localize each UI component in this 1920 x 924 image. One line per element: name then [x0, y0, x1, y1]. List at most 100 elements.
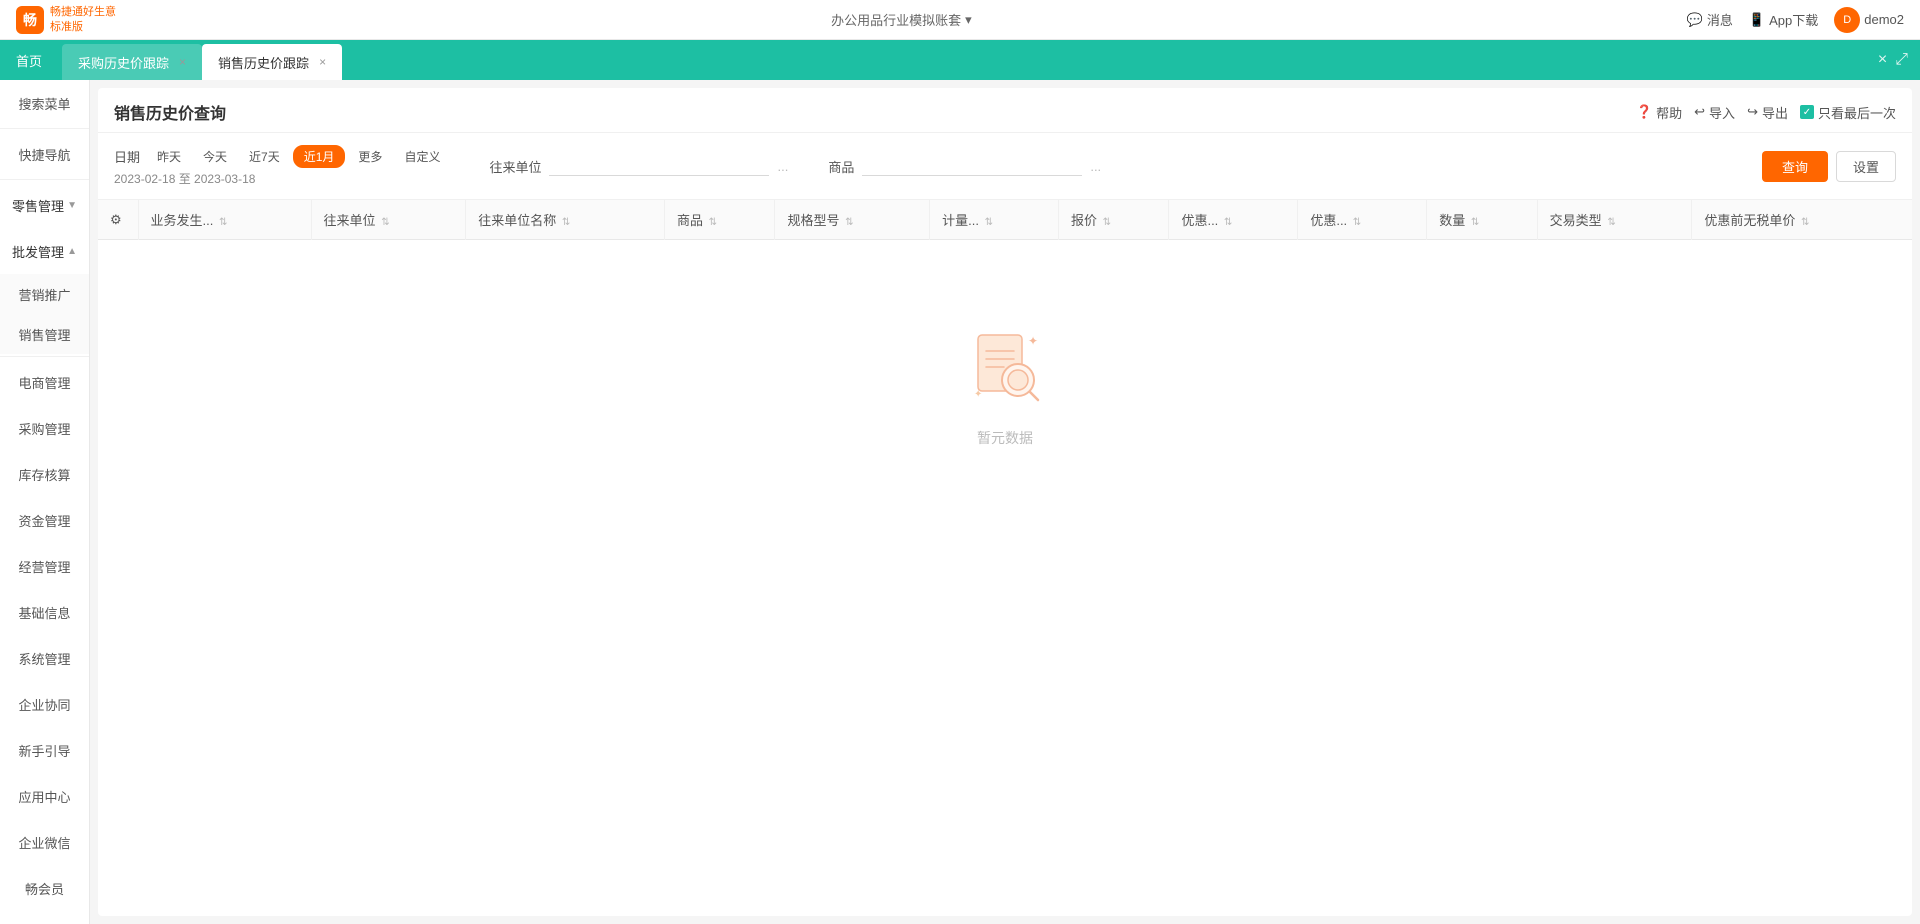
import-label: 导入 [1709, 103, 1735, 122]
settings-icon: ⚙ [110, 212, 122, 227]
logo-text: 畅捷通好生意 标准版 [50, 5, 116, 34]
sidebar-item-finance[interactable]: 资金管理 [0, 497, 89, 543]
svg-text:✦: ✦ [1028, 334, 1038, 348]
help-icon: ❓ [1636, 104, 1652, 120]
column-partner-code[interactable]: 往来单位 ⇅ [311, 200, 466, 240]
tab-sales-history-close[interactable]: × [319, 55, 326, 69]
filter-actions: 查询 设置 [1762, 151, 1896, 182]
date-btn-yesterday[interactable]: 昨天 [148, 145, 190, 168]
date-btn-1month[interactable]: 近1月 [293, 145, 346, 168]
column-price[interactable]: 报价 ⇅ [1058, 200, 1168, 240]
top-bar-left: 畅 畅捷通好生意 标准版 [16, 5, 116, 34]
sidebar-item-inventory[interactable]: 库存核算 [0, 451, 89, 497]
sidebar-item-vip[interactable]: 畅会员 [0, 865, 89, 911]
main-layout: 搜索菜单 快捷导航 零售管理 ▼ 批发管理 ▲ 营销推广 销售管理 电商管理 采… [0, 80, 1920, 924]
svg-text:✦: ✦ [974, 389, 982, 400]
empty-illustration: ✦ ✦ [955, 320, 1055, 420]
sidebar-item-quick-nav[interactable]: 快捷导航 [0, 131, 89, 177]
sidebar-item-purchase[interactable]: 采购管理 [0, 405, 89, 451]
column-discount2[interactable]: 优惠... ⇅ [1298, 200, 1427, 240]
export-label: 导出 [1762, 103, 1788, 122]
column-spec[interactable]: 规格型号 ⇅ [775, 200, 930, 240]
sidebar: 搜索菜单 快捷导航 零售管理 ▼ 批发管理 ▲ 营销推广 销售管理 电商管理 采… [0, 80, 90, 924]
sidebar-divider-2 [0, 179, 89, 180]
tab-bar-actions: × ⤢ [1878, 51, 1920, 69]
help-button[interactable]: ❓ 帮助 [1636, 103, 1682, 122]
sidebar-item-enterprise-wechat[interactable]: 企业微信 [0, 819, 89, 865]
sort-icon-price: ⇅ [1103, 217, 1111, 228]
sidebar-item-app-center[interactable]: 应用中心 [0, 773, 89, 819]
date-filter-group: 日期 昨天 今天 近7天 近1月 更多 自定义 [114, 145, 449, 168]
column-quantity[interactable]: 数量 ⇅ [1427, 200, 1537, 240]
checkbox-checked-icon: ✓ [1800, 105, 1814, 119]
sidebar-item-marketing[interactable]: 营销推广 [0, 274, 89, 314]
sort-icon-trade-type: ⇅ [1607, 217, 1615, 228]
sidebar-divider-3 [0, 356, 89, 357]
tab-home-label: 首页 [16, 51, 42, 70]
sidebar-item-retail-mgmt[interactable]: 零售管理 ▼ [0, 182, 89, 228]
column-settings[interactable]: ⚙ [98, 200, 138, 240]
app-download-label: App下载 [1769, 10, 1818, 29]
empty-svg: ✦ ✦ [960, 325, 1050, 415]
tab-sales-history[interactable]: 销售历史价跟踪 × [202, 44, 342, 80]
column-product[interactable]: 商品 ⇅ [665, 200, 775, 240]
sidebar-item-operations[interactable]: 经营管理 [0, 543, 89, 589]
sidebar-item-basic-info[interactable]: 基础信息 [0, 589, 89, 635]
chevron-down-icon: ▾ [965, 12, 972, 28]
table-area: ⚙ 业务发生... ⇅ 往来单位 ⇅ 往来单位名称 [98, 200, 1912, 916]
only-last-checkbox[interactable]: ✓ 只看最后一次 [1800, 103, 1896, 122]
top-bar: 畅 畅捷通好生意 标准版 办公用品行业模拟账套 ▾ 💬 消息 📱 App下载 D… [0, 0, 1920, 40]
column-pre-discount-price[interactable]: 优惠前无税单价 ⇅ [1692, 200, 1912, 240]
date-btn-today[interactable]: 今天 [194, 145, 236, 168]
column-biz-date[interactable]: 业务发生... ⇅ [138, 200, 311, 240]
user-menu[interactable]: D demo2 [1834, 7, 1904, 33]
page-container: 销售历史价查询 ❓ 帮助 ↩ 导入 ↪ 导出 ✓ [98, 88, 1912, 916]
sort-icon-partner-code: ⇅ [381, 217, 389, 228]
column-partner-name[interactable]: 往来单位名称 ⇅ [466, 200, 665, 240]
filter-date-group: 日期 昨天 今天 近7天 近1月 更多 自定义 2023-02-18 至 202… [114, 145, 449, 187]
product-dots: ... [1090, 159, 1101, 174]
tab-home[interactable]: 首页 [0, 40, 58, 80]
sidebar-item-enterprise-coop[interactable]: 企业协同 [0, 681, 89, 727]
sidebar-item-wholesale-mgmt[interactable]: 批发管理 ▲ [0, 228, 89, 274]
empty-state: ✦ ✦ 暂元数据 [98, 240, 1912, 528]
fullscreen-action[interactable]: ⤢ [1895, 51, 1908, 69]
app-download-button[interactable]: 📱 App下载 [1749, 10, 1818, 29]
export-button[interactable]: ↪ 导出 [1747, 103, 1788, 122]
query-button[interactable]: 查询 [1762, 151, 1828, 182]
sidebar-item-beginner[interactable]: 新手引导 [0, 727, 89, 773]
message-button[interactable]: 💬 消息 [1687, 10, 1733, 29]
page-title: 销售历史价查询 [114, 100, 226, 124]
avatar: D [1834, 7, 1860, 33]
top-bar-right: 💬 消息 📱 App下载 D demo2 [1687, 7, 1904, 33]
logo-icon: 畅 [16, 6, 44, 34]
sidebar-item-search-menu[interactable]: 搜索菜单 [0, 80, 89, 126]
settings-button[interactable]: 设置 [1836, 151, 1896, 182]
import-button[interactable]: ↩ 导入 [1694, 103, 1735, 122]
filter-bar: 日期 昨天 今天 近7天 近1月 更多 自定义 2023-02-18 至 202… [98, 133, 1912, 200]
product-input[interactable] [862, 156, 1082, 176]
sort-icon-quantity: ⇅ [1471, 217, 1479, 228]
sidebar-item-ecommerce[interactable]: 电商管理 [0, 359, 89, 405]
sort-icon-discount2: ⇅ [1353, 217, 1361, 228]
date-btn-custom[interactable]: 自定义 [395, 145, 449, 168]
sort-icon-pre-discount-price: ⇅ [1801, 217, 1809, 228]
date-btn-more[interactable]: 更多 [349, 145, 391, 168]
tab-purchase-history-label: 采购历史价跟踪 [78, 53, 169, 72]
date-btn-7days[interactable]: 近7天 [240, 145, 289, 168]
table-header-row: ⚙ 业务发生... ⇅ 往来单位 ⇅ 往来单位名称 [98, 200, 1912, 240]
sidebar-item-sales-mgmt[interactable]: 销售管理 [0, 314, 89, 354]
tab-purchase-history[interactable]: 采购历史价跟踪 × [62, 44, 202, 80]
sort-icon-unit: ⇅ [985, 217, 993, 228]
column-trade-type[interactable]: 交易类型 ⇅ [1537, 200, 1692, 240]
sidebar-item-system[interactable]: 系统管理 [0, 635, 89, 681]
tab-sales-history-label: 销售历史价跟踪 [218, 53, 309, 72]
column-discount1[interactable]: 优惠... ⇅ [1169, 200, 1298, 240]
column-unit[interactable]: 计量... ⇅ [930, 200, 1059, 240]
close-tab-action[interactable]: × [1878, 51, 1887, 69]
top-bar-center: 办公用品行业模拟账套 ▾ [831, 10, 972, 29]
industry-selector[interactable]: 办公用品行业模拟账套 ▾ [831, 10, 972, 29]
tab-purchase-history-close[interactable]: × [179, 55, 186, 69]
page-header-actions: ❓ 帮助 ↩ 导入 ↪ 导出 ✓ 只看最后一次 [1636, 103, 1896, 122]
partner-input[interactable] [549, 156, 769, 176]
